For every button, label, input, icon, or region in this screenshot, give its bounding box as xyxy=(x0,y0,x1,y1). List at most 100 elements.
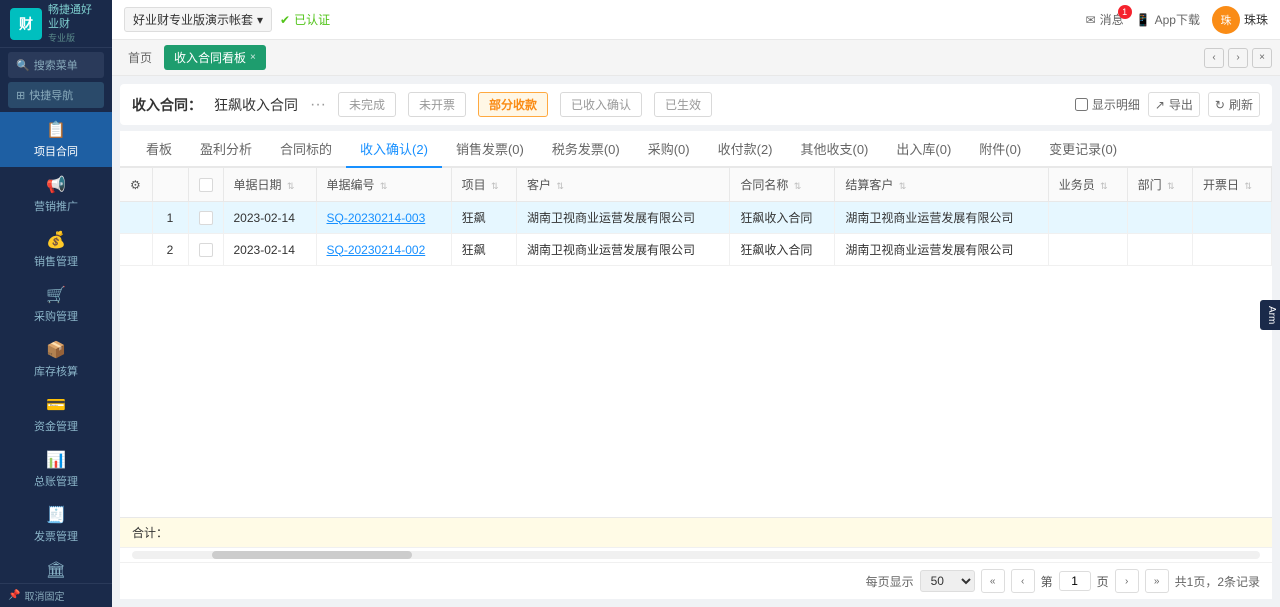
table-row[interactable]: 2 2023-02-14 SQ-20230214-002 狂飙 湖南卫视商业运营… xyxy=(120,234,1272,266)
tab-other-income[interactable]: 其他收支(0) xyxy=(787,131,883,168)
search-icon: 🔍 xyxy=(16,59,30,72)
row-number-link[interactable]: SQ-20230214-002 xyxy=(327,243,426,257)
tab-sales-invoice[interactable]: 销售发票(0) xyxy=(442,131,538,168)
user-profile[interactable]: 珠 珠珠 xyxy=(1212,6,1268,34)
sidebar-item-project[interactable]: 📋 项目合同 xyxy=(0,112,112,167)
status-confirmed-button[interactable]: 已收入确认 xyxy=(560,92,642,117)
page-label-text: 第 xyxy=(1041,573,1053,590)
row-check-cell[interactable] xyxy=(188,202,223,234)
status-no-invoice-button[interactable]: 未开票 xyxy=(408,92,466,117)
row-number-cell[interactable]: SQ-20230214-002 xyxy=(316,234,451,266)
sidebar-item-inventory[interactable]: 📦 库存核算 xyxy=(0,332,112,387)
page-size-select[interactable]: 50 20 100 xyxy=(920,570,975,592)
tab-purchase[interactable]: 采购(0) xyxy=(634,131,704,168)
tab-payment[interactable]: 收付款(2) xyxy=(704,131,787,168)
col-contract-header[interactable]: 合同名称 ⇅ xyxy=(730,168,835,202)
last-page-button[interactable]: » xyxy=(1145,569,1169,593)
row-number-cell[interactable]: SQ-20230214-003 xyxy=(316,202,451,234)
first-page-button[interactable]: « xyxy=(981,569,1005,593)
export-button[interactable]: ↗ 导出 xyxy=(1148,92,1200,117)
show-detail-checkbox[interactable]: 显示明细 xyxy=(1075,96,1140,113)
app-download-button[interactable]: 📱 App下载 xyxy=(1136,11,1200,28)
sidebar-item-tax[interactable]: 🏛 税务管理 xyxy=(0,552,112,583)
tax-icon: 🏛 xyxy=(46,560,66,580)
row-project-cell: 狂飙 xyxy=(451,234,516,266)
select-all-checkbox[interactable] xyxy=(199,178,213,192)
tab-attachments[interactable]: 附件(0) xyxy=(965,131,1035,168)
horizontal-scrollbar[interactable] xyxy=(132,551,1260,559)
page-number-input[interactable] xyxy=(1059,571,1091,591)
contract-name-value: 狂飙收入合同 xyxy=(214,95,298,115)
company-selector[interactable]: 好业财专业版演示帐套 ▾ xyxy=(124,7,272,32)
refresh-button[interactable]: ↻ 刷新 xyxy=(1208,92,1260,117)
export-icon: ↗ xyxy=(1155,98,1165,112)
table-container: ⚙ 单据日期 ⇅ 单据编号 xyxy=(120,168,1272,517)
col-opendate-header[interactable]: 开票日 ⇅ xyxy=(1193,168,1272,202)
tab-revenue-confirm[interactable]: 收入确认(2) xyxy=(346,131,442,168)
sidebar-item-general[interactable]: 📊 总账管理 xyxy=(0,442,112,497)
sidebar-item-fund[interactable]: 💳 资金管理 xyxy=(0,387,112,442)
tab-close-all-button[interactable]: × xyxy=(1252,48,1272,68)
row-checkbox[interactable] xyxy=(199,211,213,225)
home-tab[interactable]: 首页 xyxy=(120,45,160,70)
col-date-header[interactable]: 单据日期 ⇅ xyxy=(223,168,316,202)
purchase-icon: 🛒 xyxy=(46,285,66,305)
tab-prev-button[interactable]: ‹ xyxy=(1204,48,1224,68)
arm-side-tool[interactable]: Arm xyxy=(1260,300,1280,330)
tab-warehouse[interactable]: 出入库(0) xyxy=(882,131,965,168)
data-table: ⚙ 单据日期 ⇅ 单据编号 xyxy=(120,168,1272,266)
status-partial-button[interactable]: 部分收款 xyxy=(478,92,548,117)
row-opendate-cell xyxy=(1193,202,1272,234)
contract-right-actions: 显示明细 ↗ 导出 ↻ 刷新 xyxy=(1075,92,1260,117)
scrollbar-thumb[interactable] xyxy=(212,551,412,559)
tab-next-button[interactable]: › xyxy=(1228,48,1248,68)
sort-number-icon: ⇅ xyxy=(380,181,388,191)
col-project-header[interactable]: 项目 ⇅ xyxy=(451,168,516,202)
sidebar-item-invoice[interactable]: 🧾 发票管理 xyxy=(0,497,112,552)
page-unit-label: 页 xyxy=(1097,573,1109,590)
certified-badge: ✔ 已认证 xyxy=(280,11,330,28)
col-department-header[interactable]: 部门 ⇅ xyxy=(1127,168,1192,202)
sidebar-item-sales[interactable]: 💰 销售管理 xyxy=(0,222,112,277)
row-contract-cell: 狂飙收入合同 xyxy=(730,234,835,266)
more-options-button[interactable]: ··· xyxy=(310,96,326,114)
row-setting-cell xyxy=(120,234,152,266)
col-customer-header[interactable]: 客户 ⇅ xyxy=(517,168,730,202)
tab-navigation: ‹ › × xyxy=(1204,48,1272,68)
message-button[interactable]: ✉ 1 消息 xyxy=(1086,11,1124,28)
tab-kanban[interactable]: 看板 xyxy=(132,131,186,168)
table-row[interactable]: 1 2023-02-14 SQ-20230214-003 狂飙 湖南卫视商业运营… xyxy=(120,202,1272,234)
show-detail-input[interactable] xyxy=(1075,98,1088,111)
project-icon: 📋 xyxy=(46,120,66,140)
contract-board-tab[interactable]: 收入合同看板 × xyxy=(164,45,266,70)
tab-subject[interactable]: 合同标的 xyxy=(266,131,346,168)
row-check-cell[interactable] xyxy=(188,234,223,266)
sidebar-item-marketing[interactable]: 📢 营销推广 xyxy=(0,167,112,222)
row-project-cell: 狂飙 xyxy=(451,202,516,234)
col-number-header[interactable]: 单据编号 ⇅ xyxy=(316,168,451,202)
tab-close-button[interactable]: × xyxy=(250,52,256,63)
row-checkbox[interactable] xyxy=(199,243,213,257)
col-salesperson-header[interactable]: 业务员 ⇅ xyxy=(1048,168,1127,202)
col-settlement-header[interactable]: 结算客户 ⇅ xyxy=(835,168,1048,202)
col-check-header[interactable] xyxy=(188,168,223,202)
search-menu-button[interactable]: 🔍 搜索菜单 xyxy=(8,52,104,78)
tab-change-log[interactable]: 变更记录(0) xyxy=(1035,131,1131,168)
col-settings-header[interactable]: ⚙ xyxy=(120,168,152,202)
status-effective-button[interactable]: 已生效 xyxy=(654,92,712,117)
sidebar-nav: 📋 项目合同 📢 营销推广 💰 销售管理 🛒 采购管理 📦 库存核算 💳 资金管… xyxy=(0,112,112,583)
row-setting-cell xyxy=(120,202,152,234)
row-number-link[interactable]: SQ-20230214-003 xyxy=(327,211,426,225)
row-contract-cell: 狂飙收入合同 xyxy=(730,202,835,234)
prev-page-button[interactable]: ‹ xyxy=(1011,569,1035,593)
settings-icon: ⚙ xyxy=(130,178,141,192)
next-page-button[interactable]: › xyxy=(1115,569,1139,593)
row-salesperson-cell xyxy=(1048,234,1127,266)
quick-nav-button[interactable]: ⊞ 快捷导航 xyxy=(8,82,104,108)
tab-tax-invoice[interactable]: 税务发票(0) xyxy=(538,131,634,168)
status-incomplete-button[interactable]: 未完成 xyxy=(338,92,396,117)
sidebar-item-purchase[interactable]: 🛒 采购管理 xyxy=(0,277,112,332)
tab-profit[interactable]: 盈利分析 xyxy=(186,131,266,168)
sidebar-bottom[interactable]: 📌 取消固定 xyxy=(0,583,112,607)
sidebar-logo: 财 畅捷通好业财 专业版 xyxy=(0,0,112,48)
